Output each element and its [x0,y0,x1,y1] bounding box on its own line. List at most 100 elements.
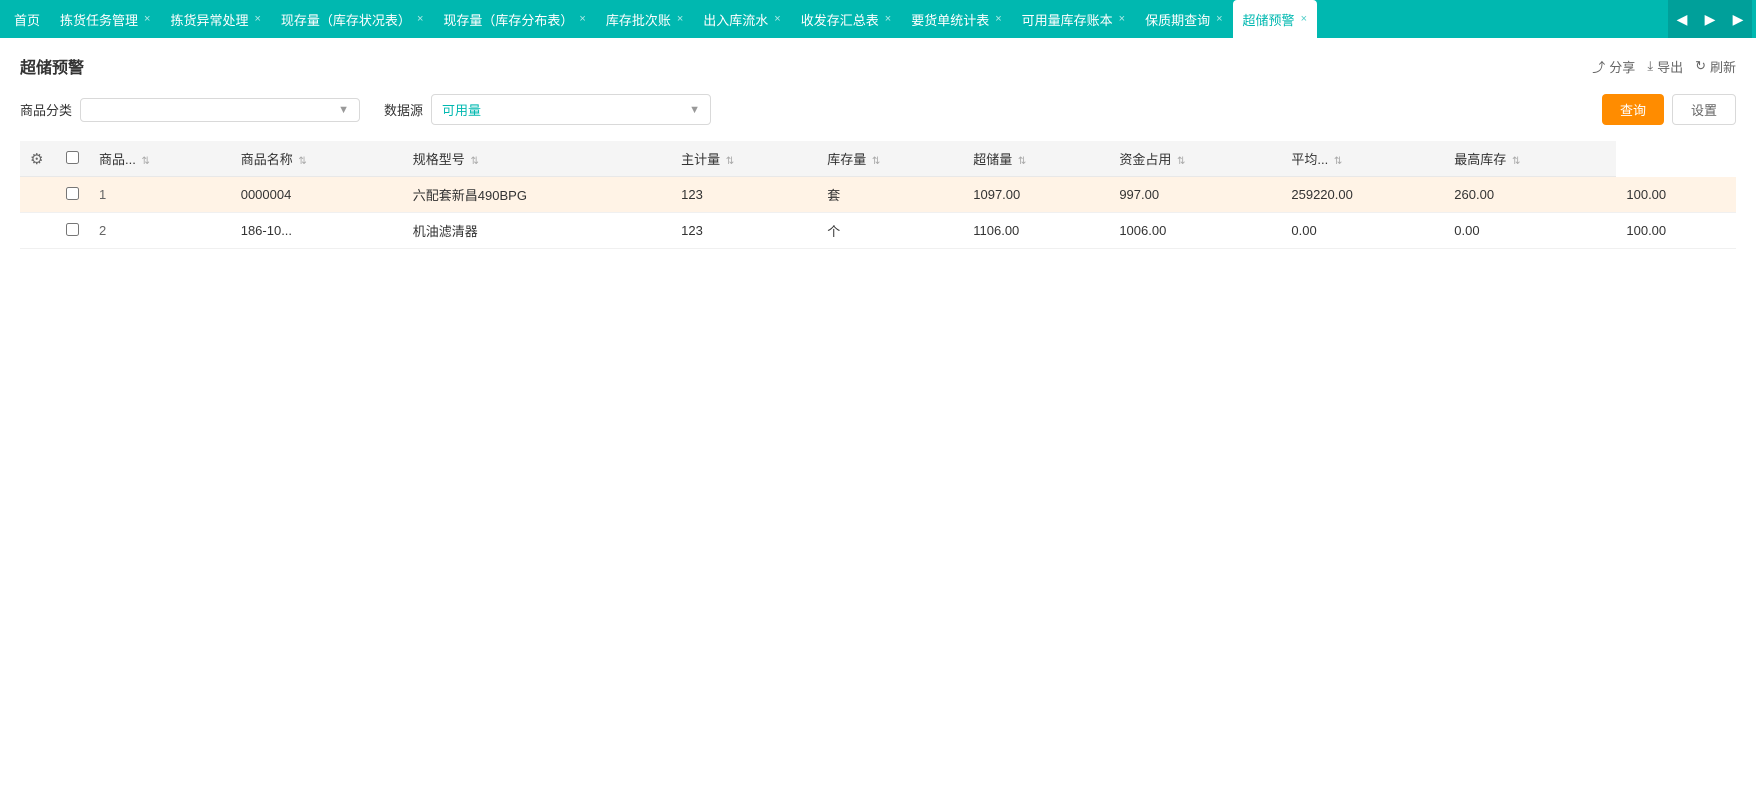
category-label: 商品分类 [20,100,72,119]
close-abnormal-tab[interactable]: × [254,13,260,25]
datasource-label: 数据源 [384,100,423,119]
row-spec-0: 123 [671,177,817,213]
refresh-link[interactable]: ↻ 刷新 [1695,57,1736,76]
sort-product-name-icon[interactable]: ⇅ [298,156,306,167]
col-capital: 资金占用 ⇅ [1109,141,1281,177]
col-checkbox-header [56,141,89,177]
close-inventory-status-tab[interactable]: × [417,13,423,25]
close-order-stat-tab[interactable]: × [995,13,1001,25]
row-settings-0 [20,177,56,213]
col-settings: ⚙ [20,141,56,177]
row-spec-1: 123 [671,213,817,249]
datasource-dropdown-icon: ▼ [689,104,700,116]
nav-item-order-stat[interactable]: 要货单统计表 × [901,0,1011,38]
nav-item-inout[interactable]: 出入库流水 × [693,0,790,38]
close-expiry-tab[interactable]: × [1216,13,1222,25]
nav-arrow-expand[interactable]: ▶ [1724,0,1752,38]
close-collect-tab[interactable]: × [885,13,891,25]
close-overstock-tab[interactable]: × [1301,13,1307,25]
refresh-icon: ↻ [1695,58,1706,74]
sort-spec-icon[interactable]: ⇅ [470,156,478,167]
sort-product-code-icon[interactable]: ⇅ [141,156,149,167]
share-link[interactable]: ⤴ 分享 [1592,57,1635,76]
sort-unit-icon[interactable]: ⇅ [726,156,734,167]
nav-item-available[interactable]: 可用量库存账本 × [1012,0,1135,38]
nav-arrow-left[interactable]: ◀ [1668,0,1696,38]
sort-overstock-icon[interactable]: ⇅ [1018,156,1026,167]
col-product-name: 商品名称 ⇅ [231,141,403,177]
nav-item-expiry[interactable]: 保质期查询 × [1135,0,1232,38]
close-inout-tab[interactable]: × [774,13,780,25]
datasource-value: 可用量 [442,100,481,119]
nav-arrow-right[interactable]: ▶ [1696,0,1724,38]
row-capital-0: 259220.00 [1281,177,1444,213]
category-dropdown-icon: ▼ [338,104,349,116]
row-max-stock-1: 100.00 [1616,213,1736,249]
nav-item-inventory-status[interactable]: 现存量（库存状况表） × [271,0,433,38]
nav-item-task[interactable]: 拣货任务管理 × [50,0,160,38]
col-avg: 平均... ⇅ [1281,141,1444,177]
table-row: 2 186-10... 机油滤清器 123 个 1106.00 1006.00 … [20,213,1736,249]
nav-item-batch[interactable]: 库存批次账 × [596,0,693,38]
col-unit-label: 主计量 [681,152,720,167]
row-unit-1: 个 [817,213,963,249]
close-available-tab[interactable]: × [1119,13,1125,25]
row-product-code-0: 0000004 [231,177,403,213]
row-capital-1: 0.00 [1281,213,1444,249]
row-stock-1: 1106.00 [963,213,1109,249]
col-product-name-label: 商品名称 [241,152,293,167]
table-row: 1 0000004 六配套新昌490BPG 123 套 1097.00 997.… [20,177,1736,213]
col-capital-label: 资金占用 [1119,152,1171,167]
filter-actions: 查询 设置 [1602,94,1736,125]
col-unit: 主计量 ⇅ [671,141,817,177]
close-task-tab[interactable]: × [144,13,150,25]
col-product-code-label: 商品... [99,152,136,167]
nav-item-abnormal[interactable]: 拣货异常处理 × [160,0,270,38]
col-stock-label: 库存量 [827,152,866,167]
close-batch-tab[interactable]: × [677,13,683,25]
sort-avg-icon[interactable]: ⇅ [1334,156,1342,167]
datasource-select[interactable]: 可用量 ▼ [431,94,711,125]
nav-item-inventory-dist[interactable]: 现存量（库存分布表） × [433,0,595,38]
nav-bar: 首页 拣货任务管理 × 拣货异常处理 × 现存量（库存状况表） × 现存量（库存… [0,0,1756,38]
column-settings-icon[interactable]: ⚙ [30,151,43,168]
filter-row: 商品分类 ▼ 数据源 可用量 ▼ 查询 设置 [20,94,1736,125]
row-checkbox-0[interactable] [66,187,79,200]
row-settings-1 [20,213,56,249]
col-stock: 库存量 ⇅ [817,141,963,177]
nav-item-home[interactable]: 首页 [4,0,50,38]
select-all-checkbox[interactable] [66,151,79,164]
col-max-stock-label: 最高库存 [1454,152,1506,167]
header-actions: ⤴ 分享 ⤓ 导出 ↻ 刷新 [1592,57,1736,76]
sort-stock-icon[interactable]: ⇅ [872,156,880,167]
export-link[interactable]: ⤓ 导出 [1647,57,1683,76]
page-content: 超储预警 ⤴ 分享 ⤓ 导出 ↻ 刷新 商品分类 ▼ 数据源 [0,38,1756,800]
close-inventory-dist-tab[interactable]: × [579,13,585,25]
row-product-code-1: 186-10... [231,213,403,249]
sort-max-stock-icon[interactable]: ⇅ [1512,156,1520,167]
query-button[interactable]: 查询 [1602,94,1664,125]
category-filter-item: 商品分类 ▼ [20,98,360,122]
export-label: 导出 [1657,57,1683,76]
row-stock-0: 1097.00 [963,177,1109,213]
nav-arrows: ◀ ▶ ▶ [1668,0,1752,38]
col-overstock-label: 超储量 [973,152,1012,167]
col-spec-label: 规格型号 [413,152,465,167]
row-product-name-0: 六配套新昌490BPG [403,177,671,213]
row-no-1: 2 [89,213,231,249]
row-no-0: 1 [89,177,231,213]
nav-item-overstock[interactable]: 超储预警 × [1233,0,1317,38]
page-header: 超储预警 ⤴ 分享 ⤓ 导出 ↻ 刷新 [20,54,1736,78]
category-select[interactable]: ▼ [80,98,360,122]
sort-capital-icon[interactable]: ⇅ [1177,156,1185,167]
nav-item-collect[interactable]: 收发存汇总表 × [791,0,901,38]
share-label: 分享 [1609,57,1635,76]
col-max-stock: 最高库存 ⇅ [1444,141,1616,177]
export-icon: ⤓ [1647,58,1653,74]
row-checkbox-1[interactable] [66,223,79,236]
row-checkbox-cell-0 [56,177,89,213]
settings-button[interactable]: 设置 [1672,94,1736,125]
table-header-row: ⚙ 商品... ⇅ 商品名称 ⇅ 规格型号 ⇅ 主计量 [20,141,1736,177]
col-product-code: 商品... ⇅ [89,141,231,177]
row-overstock-1: 1006.00 [1109,213,1281,249]
